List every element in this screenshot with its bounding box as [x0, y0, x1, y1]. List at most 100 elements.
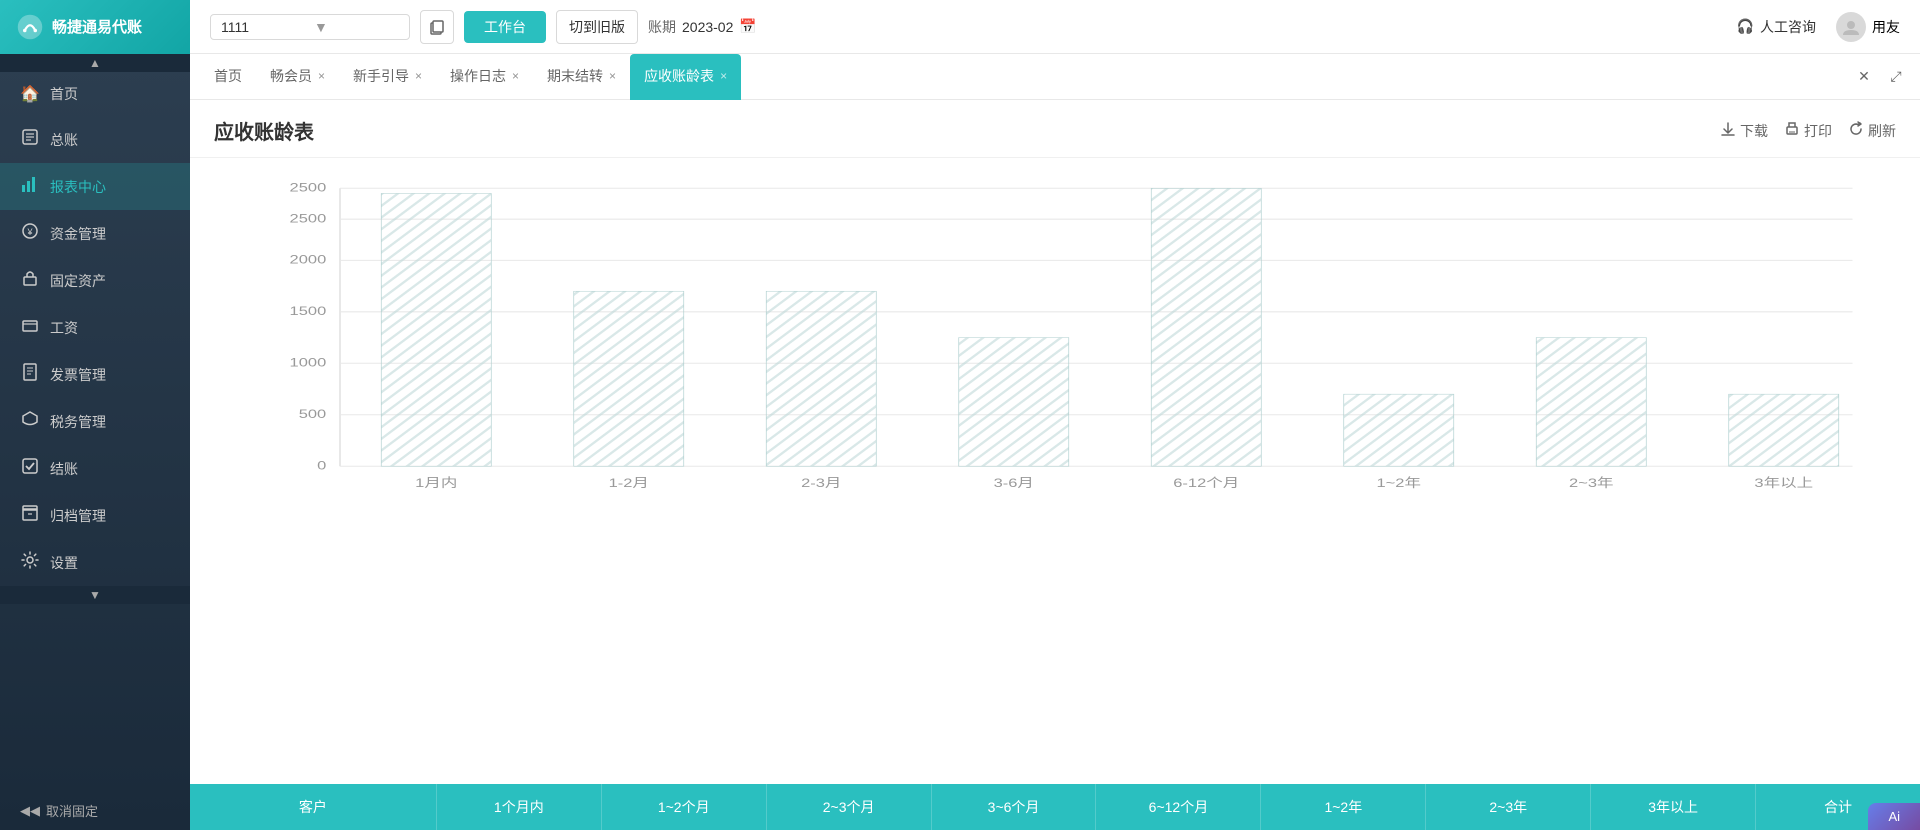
- ai-badge[interactable]: Ai: [1868, 803, 1920, 830]
- sidebar-scroll-up[interactable]: ▲: [0, 54, 190, 72]
- tab-log-label: 操作日志: [450, 66, 506, 86]
- svg-text:3年以上: 3年以上: [1754, 476, 1813, 490]
- tab-guide[interactable]: 新手引导 ×: [339, 54, 436, 100]
- close-all-button[interactable]: ✕: [1850, 63, 1878, 91]
- sidebar-label-closing: 结账: [50, 459, 78, 479]
- tab-log-close[interactable]: ×: [512, 69, 519, 83]
- sidebar-item-invoice[interactable]: 发票管理: [0, 351, 190, 398]
- tab-period-close[interactable]: ×: [609, 69, 616, 83]
- sidebar-label-settings: 设置: [50, 553, 78, 573]
- tab-aging-close[interactable]: ×: [720, 69, 727, 83]
- sidebar-label-reports: 报表中心: [50, 177, 106, 197]
- sidebar: ▲ 🏠 首页 总账 报表中心 ¥ 资金管理 固定资产: [0, 54, 190, 830]
- page-header: 应收账龄表 下载 打印: [190, 100, 1920, 158]
- calendar-icon[interactable]: 📅: [739, 18, 756, 35]
- reports-icon: [20, 175, 40, 198]
- svg-text:2-3月: 2-3月: [801, 477, 841, 491]
- chevron-down-icon: ▼: [314, 19, 399, 35]
- page-actions: 下载 打印 刷新: [1720, 121, 1896, 141]
- user-area[interactable]: 用友: [1836, 12, 1900, 42]
- table-header-2-3m: 2~3个月: [767, 784, 932, 830]
- company-select[interactable]: 1111 ▼: [210, 14, 410, 40]
- sidebar-label-funds: 资金管理: [50, 224, 106, 244]
- headset-icon: 🎧: [1737, 18, 1754, 35]
- switch-old-button[interactable]: 切到旧版: [556, 10, 638, 44]
- print-button[interactable]: 打印: [1784, 121, 1832, 141]
- consult-label: 人工咨询: [1760, 17, 1816, 37]
- sidebar-item-funds[interactable]: ¥ 资金管理: [0, 210, 190, 257]
- tab-member-close[interactable]: ×: [318, 69, 325, 83]
- svg-text:2500: 2500: [290, 212, 327, 226]
- period-value: 2023-02: [682, 19, 733, 35]
- content-area: 首页 畅会员 × 新手引导 × 操作日志 × 期末结转 × 应收账龄表 ×: [190, 54, 1920, 830]
- svg-text:1000: 1000: [290, 356, 327, 370]
- table-header-bar: 客户 1个月内 1~2个月 2~3个月 3~6个月 6~12个月: [190, 784, 1920, 830]
- table-header-1m: 1个月内: [437, 784, 602, 830]
- sidebar-item-reports[interactable]: 报表中心: [0, 163, 190, 210]
- sidebar-item-archive[interactable]: 归档管理: [0, 492, 190, 539]
- funds-icon: ¥: [20, 222, 40, 245]
- sidebar-item-tax[interactable]: 税务管理: [0, 398, 190, 445]
- sidebar-item-closing[interactable]: 结账: [0, 445, 190, 492]
- svg-text:2~3年: 2~3年: [1569, 476, 1613, 490]
- svg-text:1月内: 1月内: [415, 476, 457, 490]
- refresh-label: 刷新: [1868, 121, 1896, 141]
- workbench-button[interactable]: 工作台: [464, 11, 546, 43]
- tab-home[interactable]: 首页: [200, 54, 256, 100]
- ai-badge-label: Ai: [1888, 809, 1900, 824]
- maximize-button[interactable]: ⤢: [1882, 63, 1910, 91]
- pin-icon: ◀◀: [20, 803, 40, 819]
- sidebar-label-invoice: 发票管理: [50, 365, 106, 385]
- table-header-total-label: 合计: [1824, 797, 1852, 817]
- tax-icon: [20, 410, 40, 433]
- aging-chart: 0 500 1000 1500 2000 2500 2500: [230, 178, 1880, 528]
- tab-log[interactable]: 操作日志 ×: [436, 54, 533, 100]
- refresh-button[interactable]: 刷新: [1848, 121, 1896, 141]
- table-header-1-2m: 1~2个月: [602, 784, 767, 830]
- svg-text:2500: 2500: [290, 181, 327, 195]
- sidebar-item-assets[interactable]: 固定资产: [0, 257, 190, 304]
- print-label: 打印: [1804, 121, 1832, 141]
- copy-icon-button[interactable]: [420, 10, 454, 44]
- closing-icon: [20, 457, 40, 480]
- ledger-icon: [20, 128, 40, 151]
- page-title: 应收账龄表: [214, 116, 314, 145]
- table-header-3-6m-label: 3~6个月: [988, 797, 1040, 817]
- table-header-2-3y-label: 2~3年: [1489, 797, 1527, 817]
- download-button[interactable]: 下载: [1720, 121, 1768, 141]
- logo-icon: [16, 13, 44, 41]
- tab-aging[interactable]: 应收账龄表 ×: [630, 54, 741, 100]
- chart-container: 0 500 1000 1500 2000 2500 2500: [230, 178, 1880, 528]
- top-header: 畅捷通易代账 1111 ▼ 工作台 切到旧版 账期 2023-02 📅 🎧 人工…: [0, 0, 1920, 54]
- svg-text:3-6月: 3-6月: [994, 477, 1034, 491]
- sidebar-scroll-down[interactable]: ▼: [0, 586, 190, 604]
- main-layout: ▲ 🏠 首页 总账 报表中心 ¥ 资金管理 固定资产: [0, 54, 1920, 830]
- tab-period-label: 期末结转: [547, 66, 603, 86]
- sidebar-item-settings[interactable]: 设置: [0, 539, 190, 586]
- tabs-bar: 首页 畅会员 × 新手引导 × 操作日志 × 期末结转 × 应收账龄表 ×: [190, 54, 1920, 100]
- svg-text:0: 0: [317, 459, 326, 473]
- tab-period[interactable]: 期末结转 ×: [533, 54, 630, 100]
- svg-text:2000: 2000: [290, 253, 327, 267]
- sidebar-label-salary: 工资: [50, 318, 78, 338]
- table-header-1m-label: 1个月内: [494, 797, 544, 817]
- tab-member[interactable]: 畅会员 ×: [256, 54, 339, 100]
- download-label: 下载: [1740, 121, 1768, 141]
- table-header-1-2y: 1~2年: [1261, 784, 1426, 830]
- tab-guide-label: 新手引导: [353, 66, 409, 86]
- consult-button[interactable]: 🎧 人工咨询: [1737, 17, 1816, 37]
- tab-guide-close[interactable]: ×: [415, 69, 422, 83]
- cancel-fixed-button[interactable]: ◀◀ 取消固定: [0, 791, 190, 830]
- sidebar-label-ledger: 总账: [50, 130, 78, 150]
- company-name: 1111: [221, 19, 306, 35]
- download-icon: [1720, 121, 1736, 140]
- table-header-6-12m-label: 6~12个月: [1149, 797, 1209, 817]
- sidebar-item-ledger[interactable]: 总账: [0, 116, 190, 163]
- chart-area: 0 500 1000 1500 2000 2500 2500: [190, 158, 1920, 784]
- svg-text:6-12个月: 6-12个月: [1173, 476, 1239, 490]
- user-name: 用友: [1872, 17, 1900, 37]
- sidebar-item-salary[interactable]: 工资: [0, 304, 190, 351]
- svg-text:¥: ¥: [26, 227, 33, 237]
- salary-icon: [20, 316, 40, 339]
- sidebar-item-home[interactable]: 🏠 首页: [0, 72, 190, 116]
